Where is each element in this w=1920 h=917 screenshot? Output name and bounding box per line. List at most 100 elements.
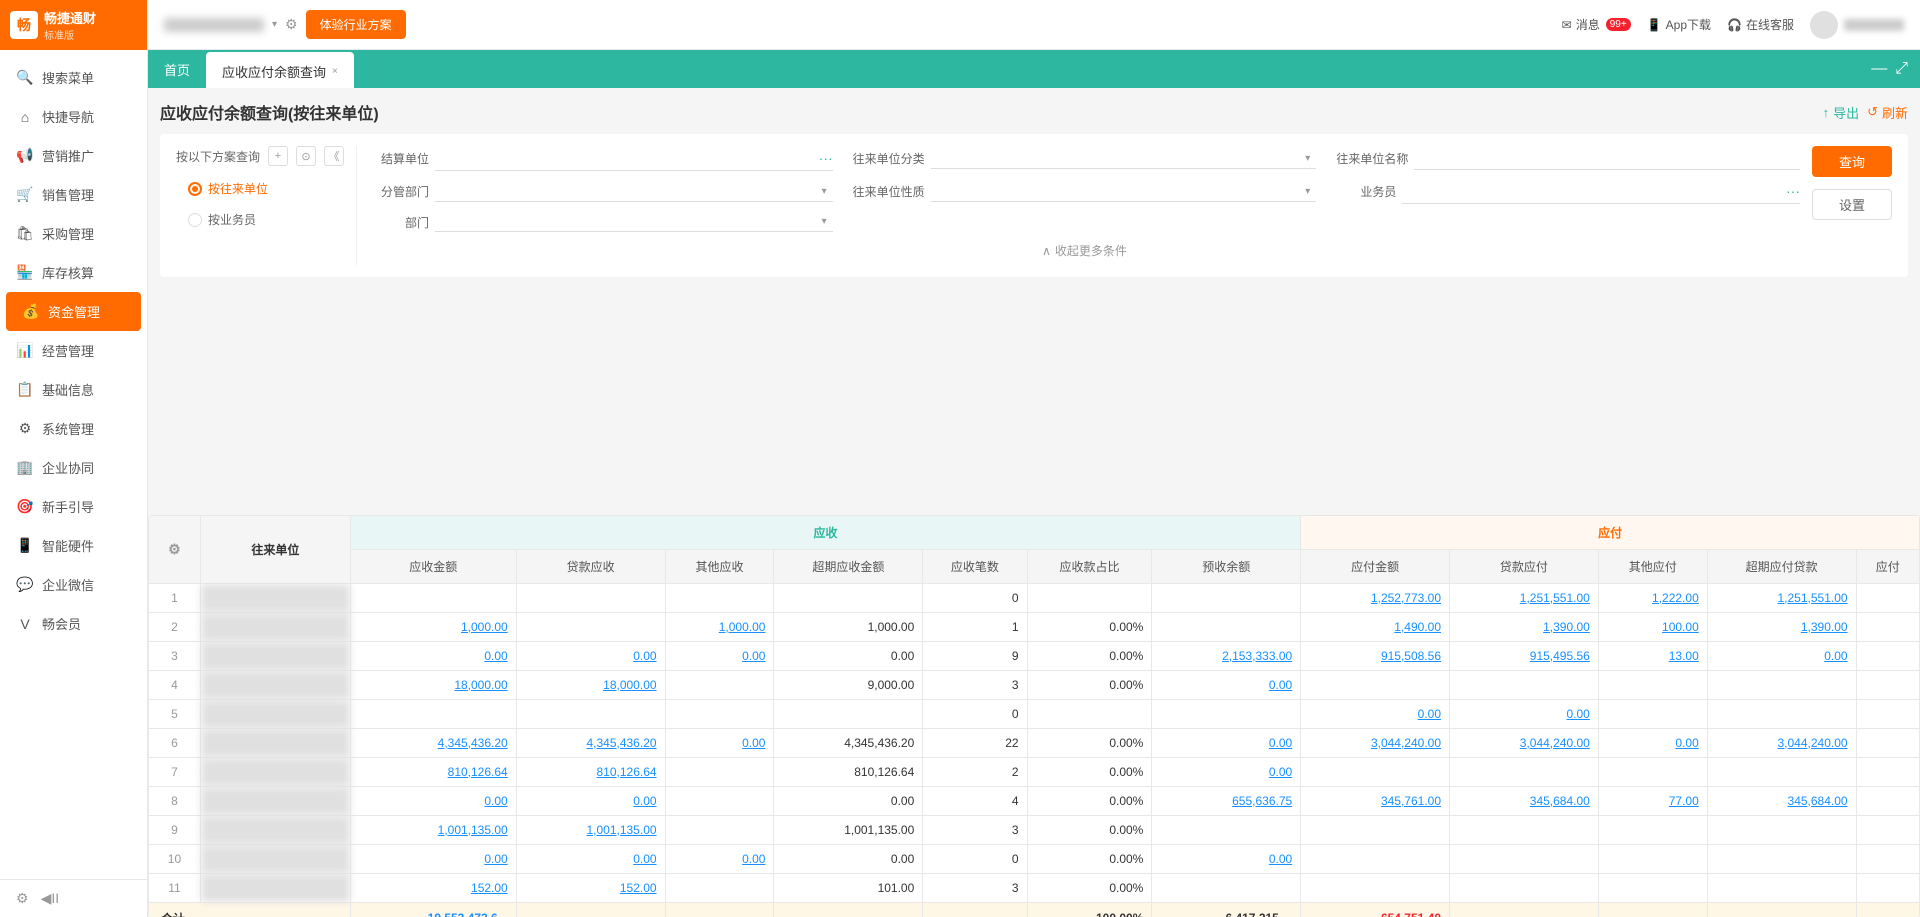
table-cell[interactable]: 1,251,551.00	[1450, 583, 1599, 612]
table-cell[interactable]: 0.00	[1707, 641, 1856, 670]
table-cell[interactable]	[516, 583, 665, 612]
col-settings[interactable]: ⚙	[149, 515, 201, 583]
sidebar-item-inventory[interactable]: 🏪 库存核算	[0, 253, 147, 292]
table-cell[interactable]	[1301, 844, 1450, 873]
table-cell[interactable]: 1,390.00	[1450, 612, 1599, 641]
table-cell[interactable]: 3,044,240.00	[1707, 728, 1856, 757]
table-cell[interactable]: 1,001,135.00	[350, 815, 516, 844]
table-cell[interactable]	[1152, 699, 1301, 728]
table-cell[interactable]	[665, 786, 774, 815]
table-cell[interactable]	[1598, 670, 1707, 699]
app-download-button[interactable]: 📱 App下载	[1647, 16, 1711, 33]
table-cell[interactable]	[1301, 815, 1450, 844]
table-cell[interactable]: 152.00	[350, 873, 516, 902]
table-cell[interactable]: 3,044,240.00	[1450, 728, 1599, 757]
sidebar-item-hardware[interactable]: 📱 智能硬件	[0, 526, 147, 565]
table-cell[interactable]	[1450, 844, 1599, 873]
table-cell[interactable]	[665, 757, 774, 786]
table-cell[interactable]	[516, 612, 665, 641]
service-button[interactable]: 🎧 在线客服	[1727, 16, 1794, 33]
export-button[interactable]: ↑ 导出	[1823, 103, 1860, 122]
table-cell[interactable]	[1301, 670, 1450, 699]
table-cell[interactable]: 810,126.64	[516, 757, 665, 786]
filter-dept-select[interactable]: ▾	[435, 182, 833, 202]
table-cell[interactable]: 0.00	[1152, 728, 1301, 757]
table-cell[interactable]: 18,000.00	[516, 670, 665, 699]
table-cell[interactable]	[1450, 815, 1599, 844]
table-cell[interactable]: 345,684.00	[1707, 786, 1856, 815]
table-cell[interactable]: 345,761.00	[1301, 786, 1450, 815]
sidebar-item-quicknav[interactable]: ⌂ 快捷导航	[0, 97, 147, 136]
solution-button[interactable]: 体验行业方案	[306, 10, 406, 39]
table-cell[interactable]	[1707, 844, 1856, 873]
table-cell[interactable]: 0.00	[665, 728, 774, 757]
sidebar-item-sales[interactable]: 🛒 销售管理	[0, 175, 147, 214]
table-cell[interactable]: 1,252,773.00	[1301, 583, 1450, 612]
table-cell[interactable]	[1301, 757, 1450, 786]
table-cell[interactable]	[1707, 757, 1856, 786]
avatar-area[interactable]	[1810, 11, 1904, 39]
table-cell[interactable]	[1598, 757, 1707, 786]
sidebar-item-member[interactable]: V 畅会员	[0, 604, 147, 643]
table-cell[interactable]	[516, 699, 665, 728]
table-cell[interactable]: 1,390.00	[1707, 612, 1856, 641]
table-cell[interactable]: 1,000.00	[665, 612, 774, 641]
table-cell[interactable]	[1598, 844, 1707, 873]
table-cell[interactable]	[1707, 699, 1856, 728]
table-cell[interactable]: 0.00	[665, 641, 774, 670]
table-cell[interactable]	[1450, 873, 1599, 902]
table-cell[interactable]	[1450, 757, 1599, 786]
filter-salesperson-input[interactable]: ···	[1402, 179, 1800, 204]
table-cell[interactable]: 0.00	[516, 641, 665, 670]
table-cell[interactable]	[1152, 815, 1301, 844]
table-cell[interactable]	[1598, 815, 1707, 844]
sidebar-item-marketing[interactable]: 📢 营销推广	[0, 136, 147, 175]
table-cell[interactable]	[1707, 873, 1856, 902]
filter-settlement-dots[interactable]: ···	[819, 150, 833, 166]
table-cell[interactable]	[1598, 873, 1707, 902]
table-cell[interactable]: 1,001,135.00	[516, 815, 665, 844]
tab-minimize-icon[interactable]: —	[1871, 60, 1887, 78]
table-cell[interactable]	[665, 583, 774, 612]
table-cell[interactable]: 18,000.00	[350, 670, 516, 699]
table-cell[interactable]: 1,222.00	[1598, 583, 1707, 612]
sidebar-item-search[interactable]: 🔍 搜索菜单	[0, 58, 147, 97]
filter-salesperson-dots[interactable]: ···	[1786, 183, 1800, 199]
table-cell[interactable]: 100.00	[1598, 612, 1707, 641]
table-cell[interactable]	[665, 670, 774, 699]
table-cell[interactable]: 0.00	[516, 844, 665, 873]
sidebar-item-basic[interactable]: 📋 基础信息	[0, 370, 147, 409]
sidebar-settings-icon[interactable]: ⚙	[16, 890, 29, 907]
tab-close-icon[interactable]: ×	[332, 66, 338, 77]
table-cell[interactable]: 3,044,240.00	[1301, 728, 1450, 757]
scheme-collapse-btn[interactable]: 《	[324, 146, 344, 166]
table-cell[interactable]	[665, 873, 774, 902]
table-cell[interactable]	[1707, 815, 1856, 844]
filter-settlement-input[interactable]: ···	[435, 146, 833, 171]
table-cell[interactable]	[665, 699, 774, 728]
table-cell[interactable]: 0.00	[350, 641, 516, 670]
settings-button[interactable]: 设置	[1812, 189, 1892, 220]
header-gear-icon[interactable]: ⚙	[285, 16, 298, 33]
collapse-bar[interactable]: ∧ 收起更多条件	[369, 236, 1800, 265]
table-cell[interactable]: 77.00	[1598, 786, 1707, 815]
filter-partner-cat-select[interactable]: ▾	[931, 149, 1317, 169]
filter-nature-select[interactable]: ▾	[931, 182, 1317, 202]
scheme-option-partner[interactable]: 按往来单位	[176, 176, 344, 201]
sidebar-item-finance[interactable]: 💰 资金管理	[6, 292, 141, 331]
tab-home[interactable]: 首页	[148, 50, 206, 88]
message-button[interactable]: ✉ 消息 99+	[1562, 16, 1631, 33]
table-cell[interactable]: 0.00	[1450, 699, 1599, 728]
table-cell[interactable]: 0.00	[1152, 757, 1301, 786]
header-dropdown-icon[interactable]: ▾	[272, 19, 277, 30]
table-cell[interactable]	[1707, 670, 1856, 699]
table-cell[interactable]	[350, 699, 516, 728]
scheme-settings-btn[interactable]: ⊙	[296, 146, 316, 166]
scheme-option-salesperson[interactable]: 按业务员	[176, 207, 344, 232]
table-cell[interactable]: 1,251,551.00	[1707, 583, 1856, 612]
table-cell[interactable]: 0.00	[350, 786, 516, 815]
table-cell[interactable]: 915,495.56	[1450, 641, 1599, 670]
table-cell[interactable]	[350, 583, 516, 612]
sidebar-item-system[interactable]: ⚙ 系统管理	[0, 409, 147, 448]
table-cell[interactable]: 0.00	[516, 786, 665, 815]
